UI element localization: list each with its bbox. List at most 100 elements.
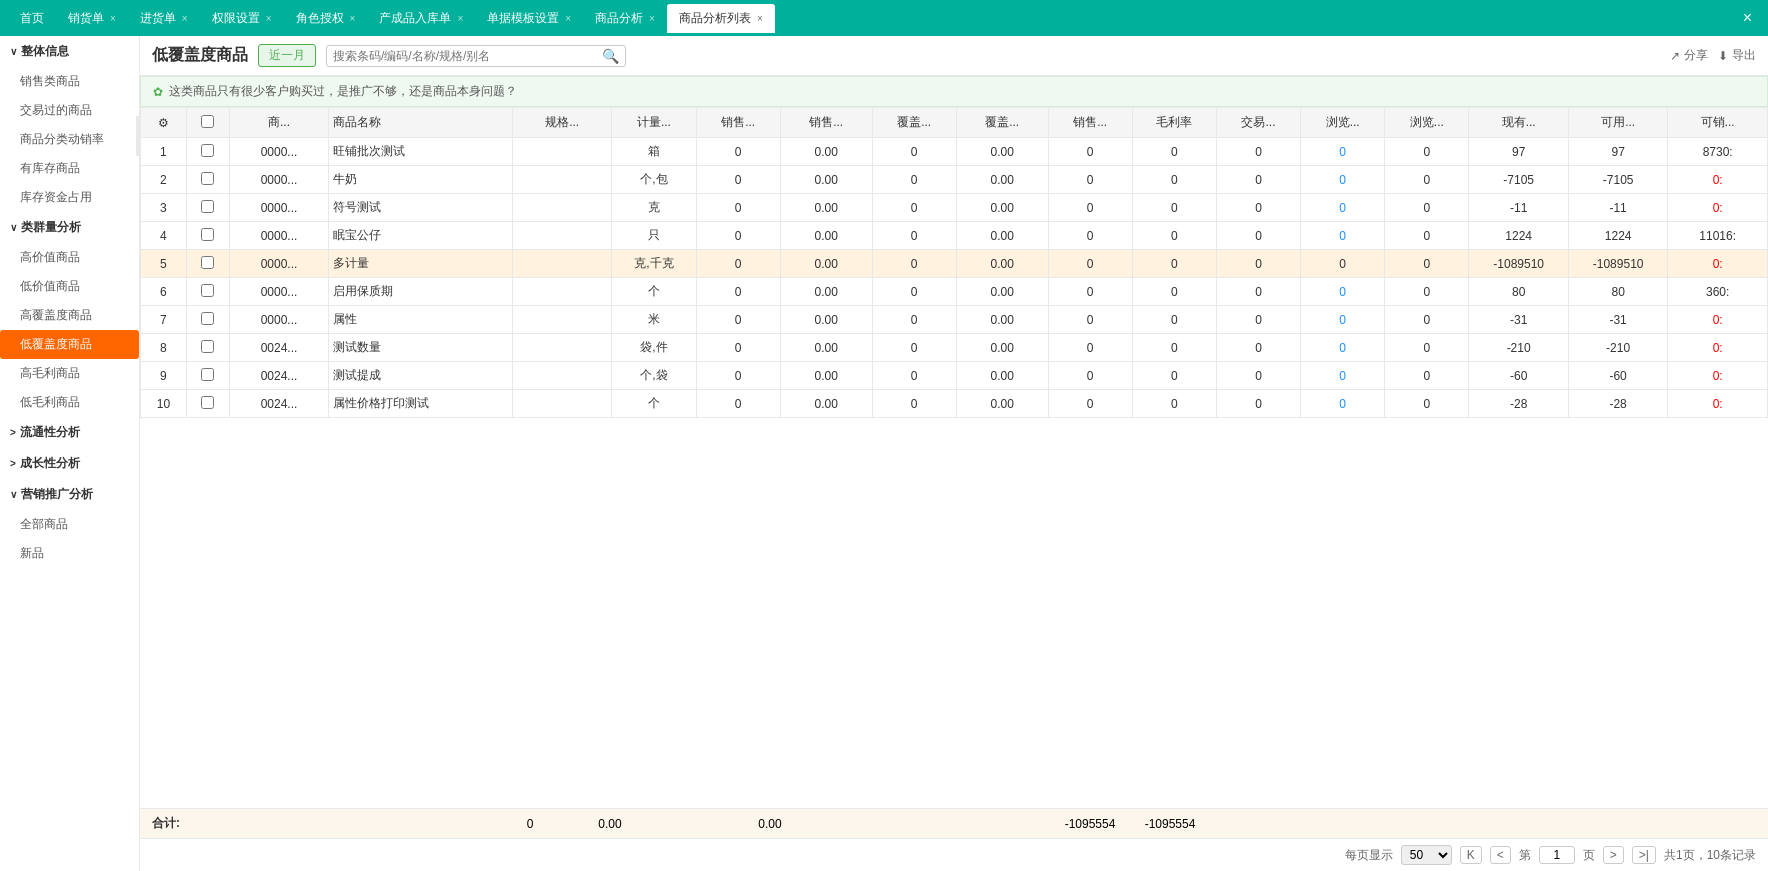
sidebar-group-marketing[interactable]: ∨ 营销推广分析 — [0, 479, 139, 510]
share-button[interactable]: ↗ 分享 — [1670, 47, 1708, 64]
row-checkbox[interactable] — [186, 362, 229, 390]
row-cover2: 0.00 — [956, 306, 1048, 334]
sales2-column-header[interactable]: 销售... — [1048, 108, 1132, 138]
row-trade: 0 — [1216, 278, 1300, 306]
sidebar-group-circulation[interactable]: > 流通性分析 — [0, 417, 139, 448]
export-button[interactable]: ⬇ 导出 — [1718, 47, 1756, 64]
code-column-header[interactable]: 商... — [229, 108, 328, 138]
row-browse1[interactable]: 0 — [1301, 334, 1385, 362]
close-icon[interactable]: × — [266, 13, 272, 24]
row-avail: -7105 — [1568, 166, 1667, 194]
close-icon[interactable]: × — [457, 13, 463, 24]
row-checkbox[interactable] — [186, 222, 229, 250]
unit-column-header[interactable]: 计量... — [612, 108, 696, 138]
sidebar-item-inventory-capital[interactable]: 库存资金占用 — [0, 183, 139, 212]
nav-tab-produce[interactable]: 产成品入库单 × — [367, 4, 475, 33]
sidebar-item-new-goods[interactable]: 新品 — [0, 539, 139, 568]
close-icon[interactable]: × — [350, 13, 356, 24]
close-icon[interactable]: × — [649, 13, 655, 24]
row-checkbox[interactable] — [186, 166, 229, 194]
available-column-header[interactable]: 可用... — [1568, 108, 1667, 138]
browse2-column-header[interactable]: 浏览... — [1385, 108, 1469, 138]
row-checkbox[interactable] — [186, 306, 229, 334]
nav-tab-analysis[interactable]: 商品分析 × — [583, 4, 667, 33]
row-browse1[interactable]: 0 — [1301, 390, 1385, 418]
table-row: 70000...属性米00.0000.0000000-31-310: — [141, 306, 1768, 334]
row-browse2: 0 — [1385, 390, 1469, 418]
sidebar-item-high-margin[interactable]: 高毛利商品 — [0, 359, 139, 388]
row-checkbox[interactable] — [186, 390, 229, 418]
nav-tab-purchase[interactable]: 进货单 × — [128, 4, 200, 33]
row-browse1[interactable]: 0 — [1301, 138, 1385, 166]
sidebar-item-stocked-goods[interactable]: 有库存商品 — [0, 154, 139, 183]
sidebar-group-cluster[interactable]: ∨ 类群量分析 — [0, 212, 139, 243]
info-tip-bar: ✿ 这类商品只有很少客户购买过，是推广不够，还是商品本身问题？ — [140, 76, 1768, 107]
prev-page-button[interactable]: < — [1490, 846, 1511, 864]
row-sales-qty: 0 — [696, 306, 780, 334]
row-checkbox[interactable] — [186, 250, 229, 278]
row-curr: 1224 — [1469, 222, 1568, 250]
trade-column-header[interactable]: 交易... — [1216, 108, 1300, 138]
coverage1-column-header[interactable]: 覆盖... — [872, 108, 956, 138]
select-all-checkbox[interactable] — [201, 115, 214, 128]
row-checkbox[interactable] — [186, 278, 229, 306]
row-browse1[interactable]: 0 — [1301, 306, 1385, 334]
sales-amt-column-header[interactable]: 销售... — [780, 108, 872, 138]
close-icon[interactable]: × — [757, 13, 763, 24]
row-browse1[interactable]: 0 — [1301, 250, 1385, 278]
row-browse1[interactable]: 0 — [1301, 222, 1385, 250]
close-all-tabs-button[interactable]: × — [1735, 9, 1760, 27]
row-sellable: 0: — [1668, 334, 1768, 362]
current-stock-column-header[interactable]: 现有... — [1469, 108, 1568, 138]
sidebar-item-high-coverage[interactable]: 高覆盖度商品 — [0, 301, 139, 330]
settings-column-header[interactable]: ⚙ — [141, 108, 187, 138]
row-checkbox[interactable] — [186, 194, 229, 222]
nav-tab-template[interactable]: 单据模板设置 × — [475, 4, 583, 33]
row-number: 3 — [141, 194, 187, 222]
filter-recent-month-button[interactable]: 近一月 — [258, 44, 316, 67]
close-icon[interactable]: × — [182, 13, 188, 24]
search-input[interactable] — [333, 49, 602, 63]
sellable-column-header[interactable]: 可销... — [1668, 108, 1768, 138]
sidebar-item-low-margin[interactable]: 低毛利商品 — [0, 388, 139, 417]
sidebar-item-sales-goods[interactable]: 销售类商品 — [0, 67, 139, 96]
row-spec — [512, 362, 611, 390]
close-icon[interactable]: × — [565, 13, 571, 24]
name-column-header[interactable]: 商品名称 — [329, 108, 513, 138]
row-curr: -210 — [1469, 334, 1568, 362]
spec-column-header[interactable]: 规格... — [512, 108, 611, 138]
sidebar-item-low-value[interactable]: 低价值商品 — [0, 272, 139, 301]
row-trade: 0 — [1216, 222, 1300, 250]
coverage2-column-header[interactable]: 覆盖... — [956, 108, 1048, 138]
last-page-button[interactable]: >| — [1632, 846, 1656, 864]
sales-qty-column-header[interactable]: 销售... — [696, 108, 780, 138]
nav-tab-sales[interactable]: 销货单 × — [56, 4, 128, 33]
table-row: 90024...测试提成个,袋00.0000.0000000-60-600: — [141, 362, 1768, 390]
nav-tab-home[interactable]: 首页 — [8, 4, 56, 33]
row-checkbox[interactable] — [186, 334, 229, 362]
row-browse2: 0 — [1385, 362, 1469, 390]
nav-tab-perms[interactable]: 权限设置 × — [200, 4, 284, 33]
sidebar-group-growth[interactable]: > 成长性分析 — [0, 448, 139, 479]
row-spec — [512, 194, 611, 222]
page-number-input[interactable] — [1539, 846, 1575, 864]
sidebar-item-traded-goods[interactable]: 交易过的商品 — [0, 96, 139, 125]
sidebar-item-high-value[interactable]: 高价值商品 — [0, 243, 139, 272]
row-browse1[interactable]: 0 — [1301, 278, 1385, 306]
first-page-button[interactable]: K — [1460, 846, 1482, 864]
row-browse1[interactable]: 0 — [1301, 166, 1385, 194]
per-page-select[interactable]: 50 20 100 — [1401, 845, 1452, 865]
row-browse1[interactable]: 0 — [1301, 194, 1385, 222]
gross-margin-column-header[interactable]: 毛利率 — [1132, 108, 1216, 138]
sidebar-group-overall[interactable]: ∨ 整体信息 — [0, 36, 139, 67]
sidebar-item-all-goods[interactable]: 全部商品 — [0, 510, 139, 539]
row-checkbox[interactable] — [186, 138, 229, 166]
nav-tab-analysis-list[interactable]: 商品分析列表 × — [667, 4, 775, 33]
sidebar-item-low-coverage[interactable]: 低覆盖度商品 — [0, 330, 139, 359]
next-page-button[interactable]: > — [1603, 846, 1624, 864]
sidebar-item-category-rate[interactable]: 商品分类动销率 — [0, 125, 139, 154]
row-browse1[interactable]: 0 — [1301, 362, 1385, 390]
browse1-column-header[interactable]: 浏览... — [1301, 108, 1385, 138]
nav-tab-roles[interactable]: 角色授权 × — [284, 4, 368, 33]
close-icon[interactable]: × — [110, 13, 116, 24]
